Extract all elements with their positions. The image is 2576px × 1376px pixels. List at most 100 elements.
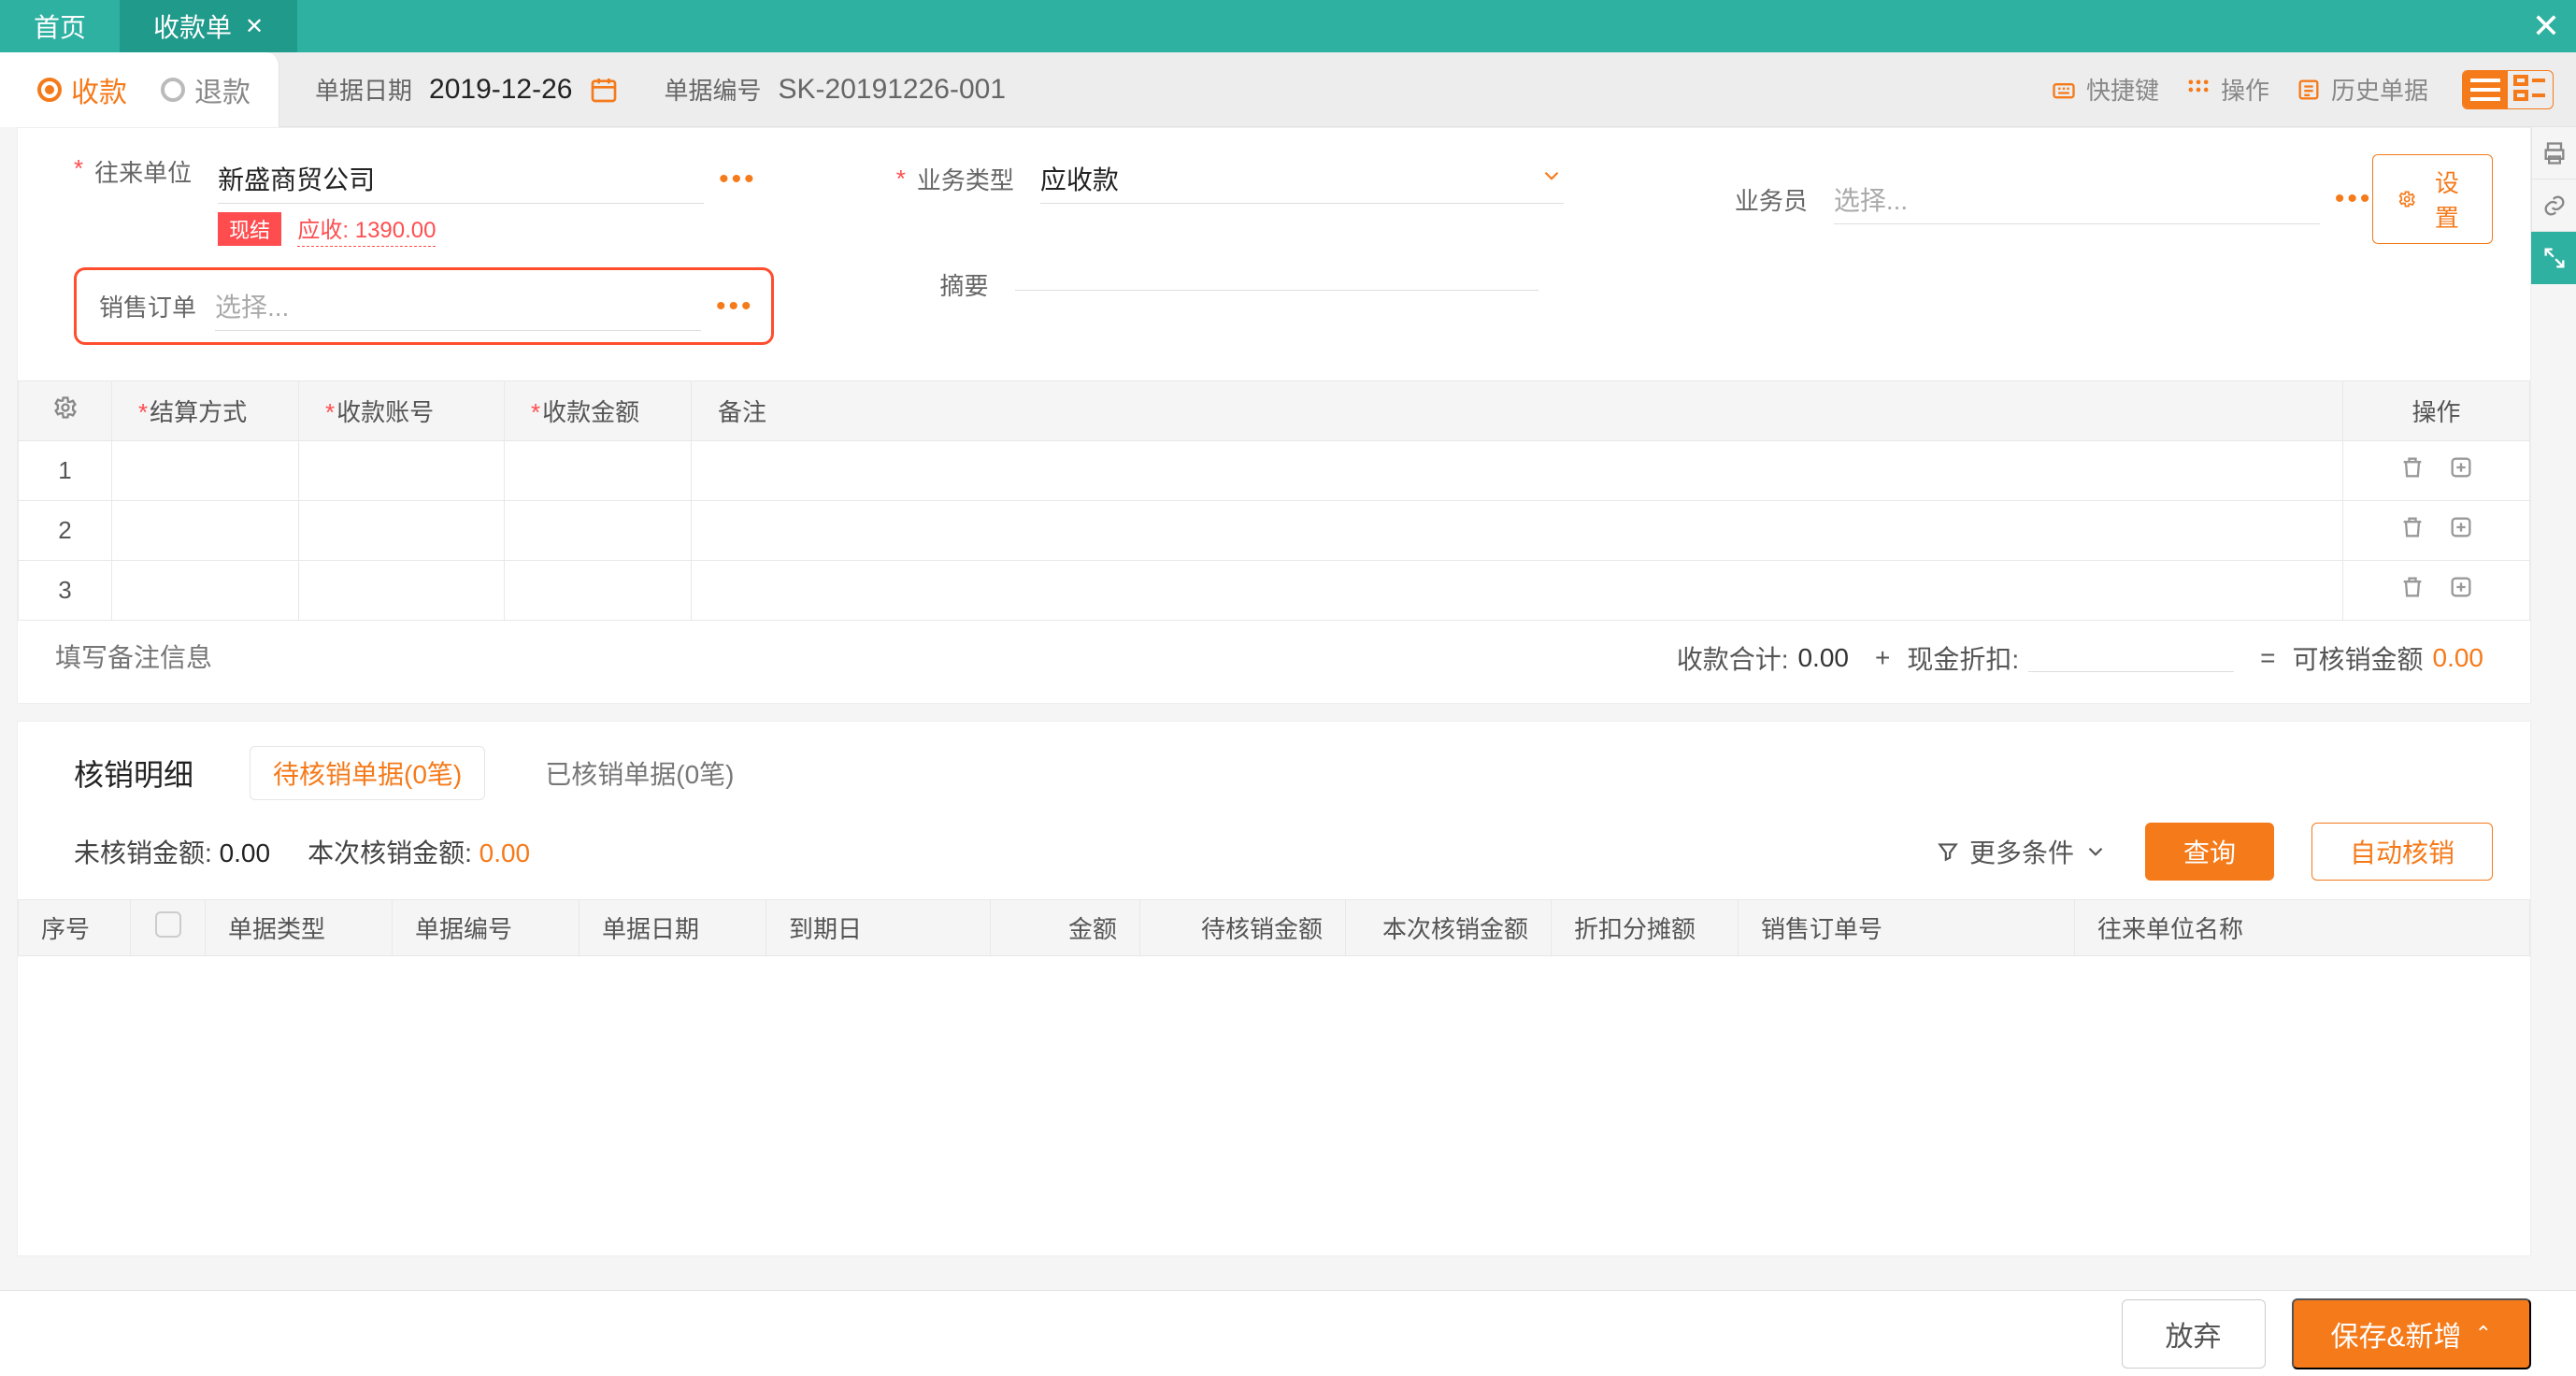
- equals-sign: =: [2260, 643, 2275, 673]
- payment-table: *结算方式 *收款账号 *收款金额 备注 操作 123: [18, 380, 2530, 621]
- add-row-icon[interactable]: [2448, 574, 2474, 600]
- amount-cell[interactable]: [505, 501, 692, 561]
- ar-info: 现结 应收: 1390.00: [218, 204, 840, 247]
- biztype-label: 业务类型: [911, 162, 1014, 196]
- table-row[interactable]: 2: [19, 501, 2530, 561]
- secondary-bar: 收款 退款 单据日期 2019-12-26 单据编号 SK-20191226-0…: [0, 52, 2576, 127]
- method-cell[interactable]: [112, 501, 299, 561]
- secondary-toolbar: 快捷键 操作 历史单据: [2051, 70, 2554, 109]
- sub-tab-done[interactable]: 已核销单据(0笔): [522, 747, 756, 799]
- radio-dot-icon: [37, 78, 62, 102]
- remark-cell[interactable]: [692, 561, 2343, 621]
- bottom-bar: 放弃 保存&新增 ⌃: [0, 1290, 2576, 1376]
- rail-link-button[interactable]: [2531, 179, 2576, 232]
- salesman-label: 业务员: [1718, 182, 1807, 217]
- delete-row-icon[interactable]: [2399, 574, 2426, 600]
- amount-cell[interactable]: [505, 441, 692, 501]
- date-header: 单据日期: [580, 900, 766, 956]
- account-cell[interactable]: [299, 441, 505, 501]
- row-ops: [2343, 561, 2530, 621]
- account-header: *收款账号: [299, 381, 505, 441]
- account-cell[interactable]: [299, 501, 505, 561]
- required-marker: *: [74, 154, 83, 183]
- table-row[interactable]: 1: [19, 441, 2530, 501]
- remark-cell[interactable]: [692, 501, 2343, 561]
- window-close-button[interactable]: ✕: [2516, 0, 2576, 52]
- save-label: 保存&新增: [2331, 1313, 2462, 1354]
- tab-current[interactable]: 收款单 ✕: [120, 0, 297, 52]
- row-number: 1: [19, 441, 112, 501]
- sales-order-highlight: 销售订单 选择... •••: [74, 267, 774, 345]
- thiswo-header: 本次核销金额: [1346, 900, 1552, 956]
- discard-button[interactable]: 放弃: [2122, 1299, 2266, 1369]
- discount-label: 现金折扣:: [1907, 639, 2019, 677]
- method-cell[interactable]: [112, 561, 299, 621]
- doc-date-label: 单据日期: [315, 72, 412, 107]
- config-button[interactable]: 设置: [2372, 154, 2493, 244]
- method-cell[interactable]: [112, 441, 299, 501]
- seq-header: 序号: [19, 900, 131, 956]
- note-input[interactable]: [55, 643, 1677, 673]
- checkbox-header[interactable]: [131, 900, 206, 956]
- radio-receive-label: 收款: [71, 69, 127, 110]
- tab-current-label: 收款单: [153, 7, 232, 45]
- cash-badge: 现结: [218, 212, 281, 246]
- doc-date-value[interactable]: 2019-12-26: [429, 74, 572, 106]
- party-header: 往来单位名称: [2075, 900, 2530, 956]
- sales-order-input[interactable]: 选择...: [215, 281, 701, 331]
- writeoff-label: 可核销金额: [2292, 639, 2423, 677]
- calendar-icon[interactable]: [589, 75, 619, 105]
- writeoff-value: 0.00: [2433, 643, 2484, 673]
- account-cell[interactable]: [299, 561, 505, 621]
- sales-order-picker-icon[interactable]: •••: [716, 291, 754, 322]
- ar-line[interactable]: 应收: 1390.00: [297, 211, 436, 247]
- radio-refund[interactable]: 退款: [161, 69, 250, 110]
- biztype-select[interactable]: 应收款: [1040, 154, 1539, 203]
- sub-tab-pending[interactable]: 待核销单据(0笔): [250, 746, 485, 800]
- ops-label: 操作: [2221, 72, 2269, 107]
- row-ops: [2343, 441, 2530, 501]
- ops-button[interactable]: 操作: [2185, 72, 2269, 107]
- party-input[interactable]: 新盛商贸公司: [218, 154, 704, 204]
- rail-print-button[interactable]: [2531, 127, 2576, 179]
- remark-cell[interactable]: [692, 441, 2343, 501]
- radio-receive[interactable]: 收款: [37, 69, 127, 110]
- query-button[interactable]: 查询: [2145, 823, 2274, 881]
- total-label: 收款合计:: [1677, 639, 1789, 677]
- tab-home-label: 首页: [34, 7, 86, 45]
- doc-no-value: SK-20191226-001: [779, 74, 1007, 106]
- checkbox-icon: [155, 911, 181, 938]
- more-conditions-button[interactable]: 更多条件: [1936, 833, 2108, 870]
- save-button[interactable]: 保存&新增 ⌃: [2292, 1298, 2531, 1369]
- add-row-icon[interactable]: [2448, 514, 2474, 540]
- shortcut-button[interactable]: 快捷键: [2051, 72, 2159, 107]
- thiswo: 本次核销金额: 0.00: [308, 833, 530, 870]
- top-tab-bar: 首页 收款单 ✕ ✕: [0, 0, 2576, 52]
- rail-expand-button[interactable]: [2531, 232, 2576, 284]
- auto-writeoff-button[interactable]: 自动核销: [2311, 823, 2493, 881]
- history-label: 历史单据: [2331, 72, 2428, 107]
- party-picker-icon[interactable]: •••: [719, 164, 757, 195]
- table-row[interactable]: 3: [19, 561, 2530, 621]
- salesman-input[interactable]: 选择...: [1834, 175, 2320, 224]
- ops-header: 操作: [2343, 381, 2530, 441]
- view-toggle: [2462, 70, 2554, 109]
- amount-cell[interactable]: [505, 561, 692, 621]
- method-header: *结算方式: [112, 381, 299, 441]
- view-list-button[interactable]: [2463, 71, 2508, 108]
- summary-input[interactable]: [1015, 279, 1538, 291]
- delete-row-icon[interactable]: [2399, 454, 2426, 480]
- chevron-down-icon[interactable]: [1539, 164, 1564, 194]
- delete-row-icon[interactable]: [2399, 514, 2426, 540]
- party-label: 往来单位: [89, 154, 192, 189]
- sales-order-label: 销售订单: [93, 289, 196, 323]
- tab-home[interactable]: 首页: [0, 0, 120, 52]
- gear-column-header[interactable]: [19, 381, 112, 441]
- type-header: 单据类型: [206, 900, 393, 956]
- salesman-picker-icon[interactable]: •••: [2335, 183, 2373, 215]
- view-card-button[interactable]: [2508, 71, 2553, 108]
- add-row-icon[interactable]: [2448, 454, 2474, 480]
- discount-input[interactable]: [2028, 644, 2234, 672]
- history-button[interactable]: 历史单据: [2296, 72, 2428, 107]
- tab-close-icon[interactable]: ✕: [245, 13, 264, 40]
